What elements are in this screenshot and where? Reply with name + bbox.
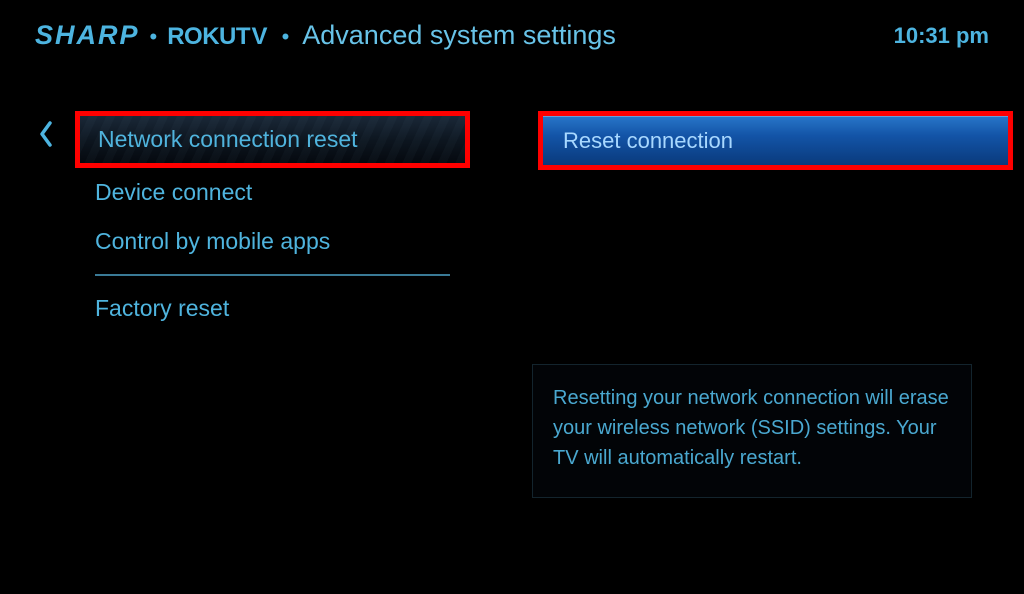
brand-separator-dot: • [150,24,158,50]
brand-roku-logo: ROKUTV [167,23,268,51]
menu-list: Network connection reset Device connect … [75,111,488,333]
breadcrumb-separator: • [282,24,290,50]
menu-item-device-connect[interactable]: Device connect [75,168,488,217]
menu-item-label: Device connect [95,179,252,205]
page-title: Advanced system settings [302,20,616,51]
menu-item-label: Network connection reset [98,126,358,152]
back-arrow-icon[interactable] [37,119,55,149]
brand-sharp-logo: SHARP [35,20,140,51]
action-button-label: Reset connection [563,128,733,154]
header-left: SHARP • ROKUTV • Advanced system setting… [35,20,616,51]
header: SHARP • ROKUTV • Advanced system setting… [0,0,1024,51]
menu-item-label: Factory reset [95,295,229,321]
info-box: Resetting your network connection will e… [532,364,972,498]
menu-item-factory-reset[interactable]: Factory reset [75,284,488,333]
clock: 10:31 pm [894,23,989,49]
menu-item-network-reset[interactable]: Network connection reset [75,111,470,168]
reset-connection-button[interactable]: Reset connection [538,111,1013,170]
content-area: Network connection reset Device connect … [0,51,1024,333]
menu-item-control-mobile[interactable]: Control by mobile apps [75,217,488,266]
menu-item-label: Control by mobile apps [95,228,330,254]
menu-divider [95,274,450,276]
right-panel: Reset connection [538,111,978,333]
left-menu-panel: Network connection reset Device connect … [40,111,488,333]
info-text: Resetting your network connection will e… [553,383,951,473]
